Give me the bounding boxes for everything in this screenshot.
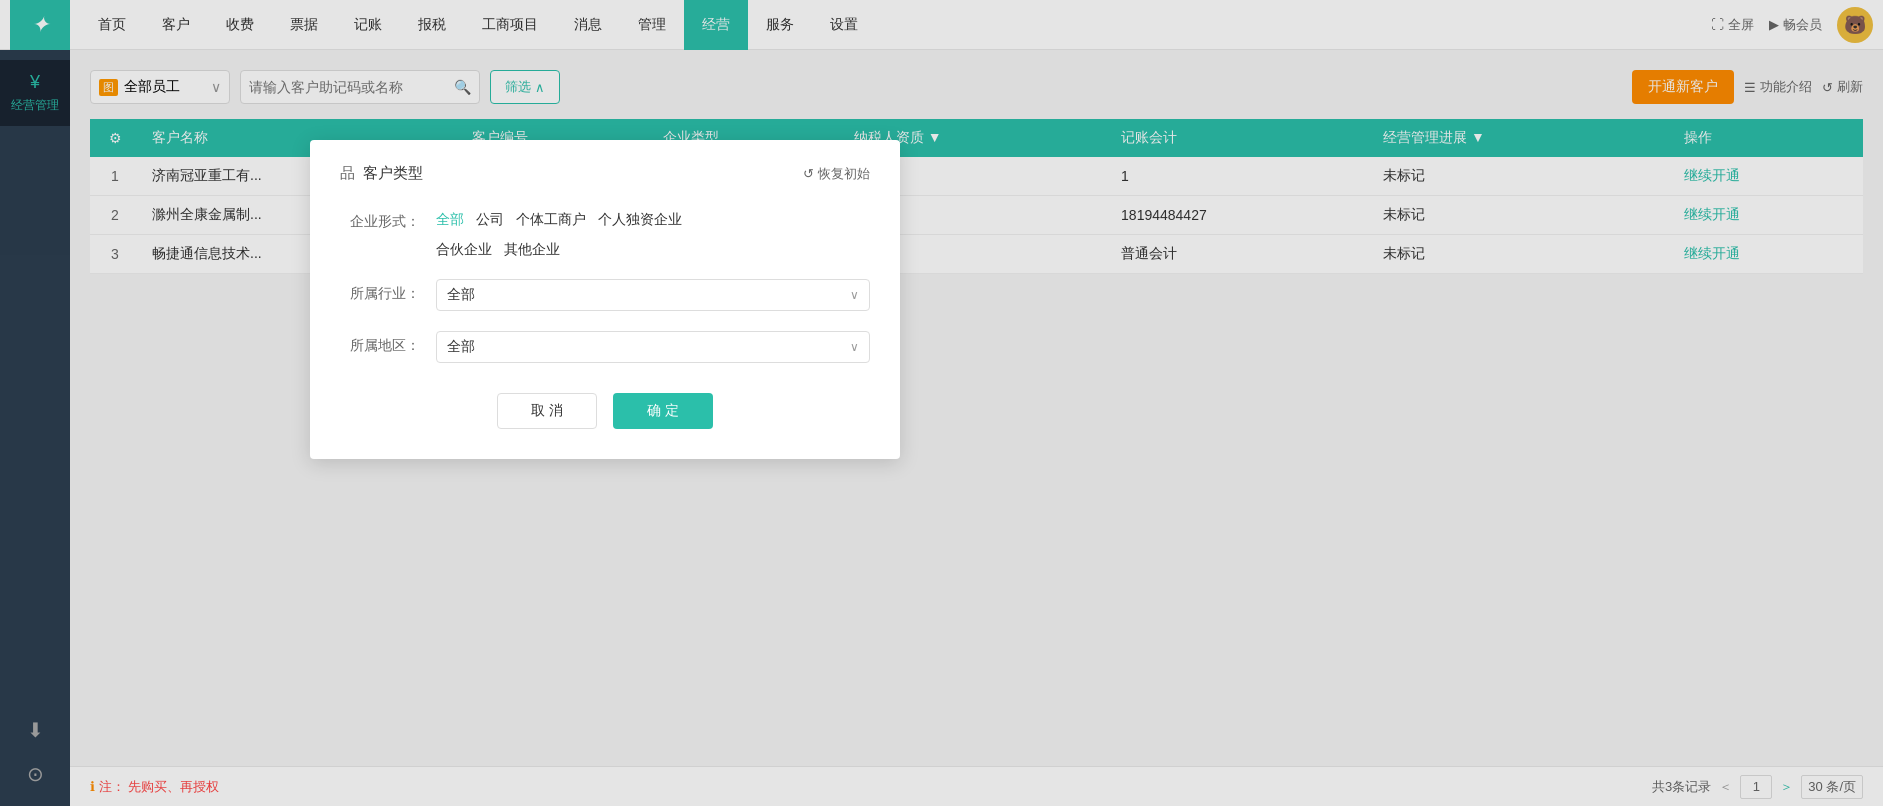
enterprise-radio-group-2: 合伙企业 其他企业 (436, 237, 870, 259)
modal-title-icon: 品 (340, 164, 355, 183)
option-other[interactable]: 其他企业 (504, 241, 560, 259)
confirm-button[interactable]: 确 定 (613, 393, 713, 429)
industry-form-row: 所属行业： 全部 ∨ (340, 279, 870, 311)
enterprise-radio-group: 全部 公司 个体工商户 个人独资企业 (436, 207, 870, 229)
option-partnership[interactable]: 合伙企业 (436, 241, 492, 259)
industry-select-value: 全部 (447, 286, 475, 304)
filter-modal: 品 客户类型 ↺ 恢复初始 企业形式： 全部 公司 个体工商户 个人独资企业 合… (310, 140, 900, 459)
region-label: 所属地区： (340, 331, 420, 355)
industry-form-content: 全部 ∨ (436, 279, 870, 311)
industry-select[interactable]: 全部 ∨ (436, 279, 870, 311)
industry-label: 所属行业： (340, 279, 420, 303)
option-all[interactable]: 全部 (436, 211, 464, 229)
option-sole-trader[interactable]: 个体工商户 (516, 211, 586, 229)
region-form-content: 全部 ∨ (436, 331, 870, 363)
modal-title-text: 客户类型 (363, 164, 423, 183)
option-company[interactable]: 公司 (476, 211, 504, 229)
enterprise-form-label: 企业形式： (340, 207, 420, 231)
enterprise-form-content: 全部 公司 个体工商户 个人独资企业 合伙企业 其他企业 (436, 207, 870, 259)
region-select-value: 全部 (447, 338, 475, 356)
modal-header: 品 客户类型 ↺ 恢复初始 (340, 164, 870, 183)
modal-title: 品 客户类型 (340, 164, 423, 183)
modal-footer: 取 消 确 定 (340, 393, 870, 429)
reset-label: 恢复初始 (818, 165, 870, 183)
reset-icon: ↺ (803, 166, 814, 181)
industry-dropdown-icon: ∨ (850, 288, 859, 302)
cancel-button[interactable]: 取 消 (497, 393, 597, 429)
modal-reset-button[interactable]: ↺ 恢复初始 (803, 165, 870, 183)
region-select[interactable]: 全部 ∨ (436, 331, 870, 363)
modal-overlay (0, 0, 1883, 806)
enterprise-form-row: 企业形式： 全部 公司 个体工商户 个人独资企业 合伙企业 其他企业 (340, 207, 870, 259)
region-form-row: 所属地区： 全部 ∨ (340, 331, 870, 363)
region-dropdown-icon: ∨ (850, 340, 859, 354)
option-individual[interactable]: 个人独资企业 (598, 211, 682, 229)
